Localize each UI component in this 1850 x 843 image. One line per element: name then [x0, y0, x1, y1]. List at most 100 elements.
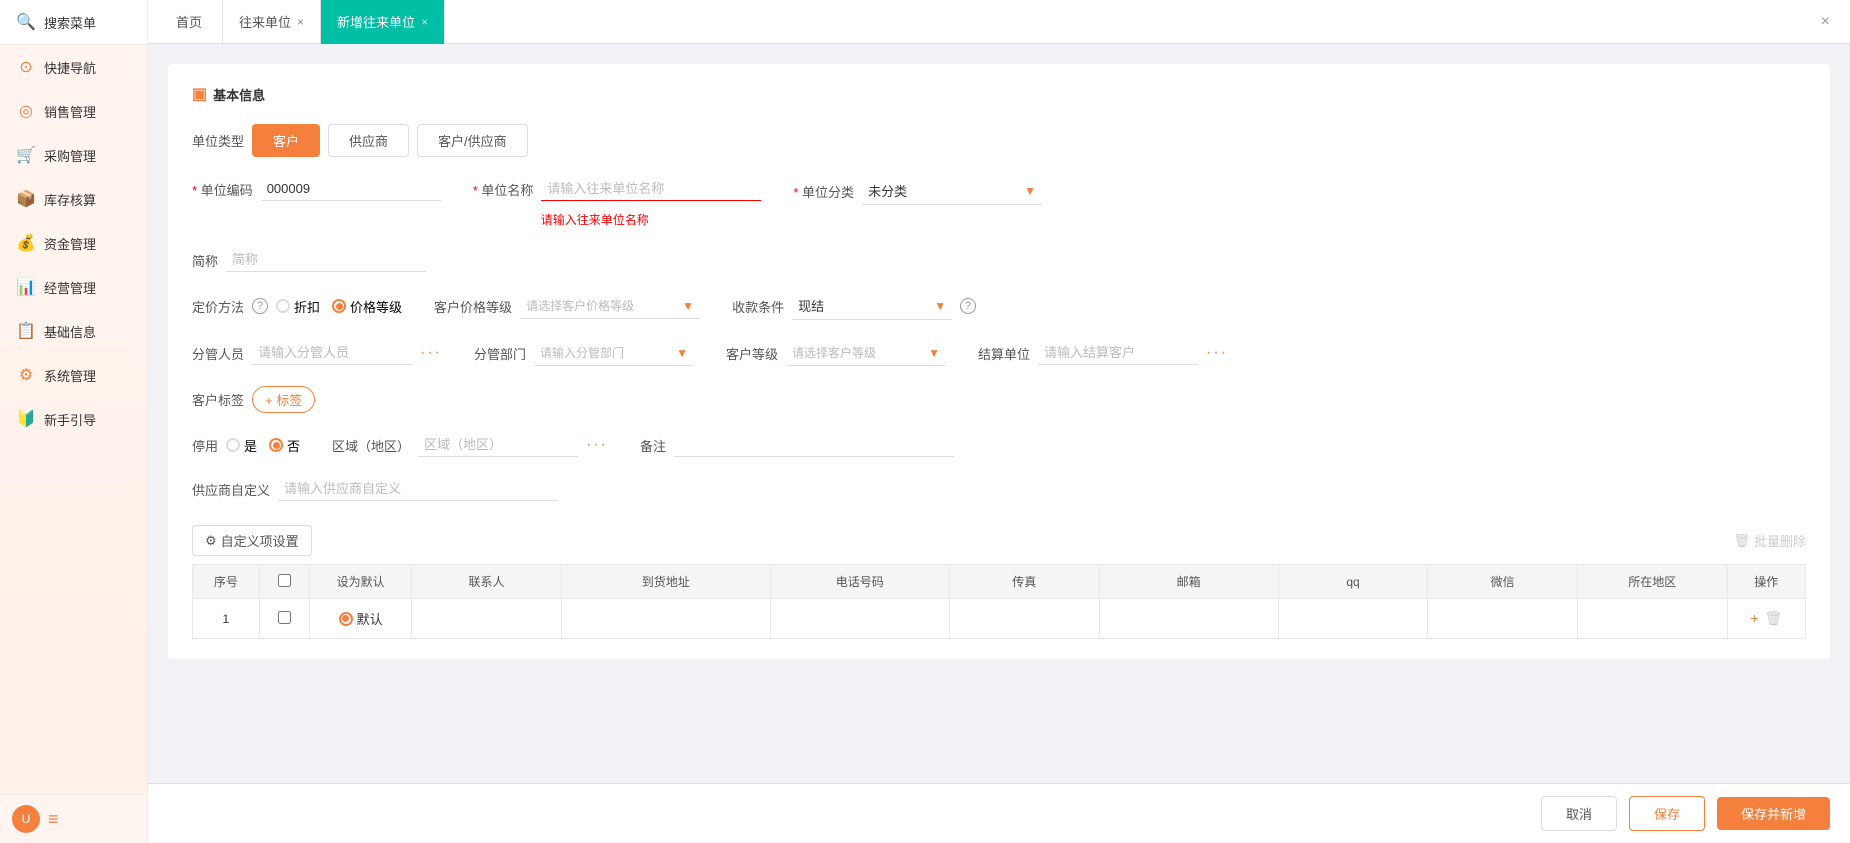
- custom-settings-button[interactable]: ⚙ 自定义项设置: [192, 525, 312, 556]
- delete-row-btn[interactable]: 🗑: [1764, 610, 1782, 627]
- email-input[interactable]: [1139, 607, 1239, 630]
- td-fax[interactable]: [949, 599, 1099, 639]
- settlement-more-btn[interactable]: ···: [1206, 344, 1228, 362]
- add-tag-button[interactable]: + 标签: [252, 386, 315, 413]
- customer-level-select[interactable]: 请选择客户等级 ▼: [786, 340, 946, 366]
- tab-counterparty-close[interactable]: ×: [297, 15, 304, 29]
- td-address[interactable]: [561, 599, 770, 639]
- save-button[interactable]: 保存: [1629, 796, 1705, 831]
- sidebar-bottom: U ≡: [0, 794, 147, 843]
- tab-counterparty[interactable]: 往来单位 ×: [223, 0, 321, 44]
- finance-icon: 💰: [16, 233, 36, 253]
- unit-name-error: 请输入往来单位名称: [541, 211, 649, 228]
- radio-no-label: 否: [287, 436, 300, 455]
- manager-input[interactable]: [252, 341, 412, 365]
- sidebar-item-inventory[interactable]: 📦 库存核算: [0, 177, 147, 221]
- sidebar-item-system[interactable]: ⚙ 系统管理: [0, 353, 147, 397]
- td-default: 默认: [310, 599, 412, 639]
- sidebar-item-guide[interactable]: 🔰 新手引导: [0, 397, 147, 441]
- unit-type-supplier[interactable]: 供应商: [328, 124, 409, 157]
- tab-new-counterparty-close[interactable]: ×: [421, 15, 428, 29]
- td-email[interactable]: [1099, 599, 1278, 639]
- customer-price-select[interactable]: 请选择客户价格等级 ▼: [520, 293, 700, 319]
- sidebar-label-guide: 新手引导: [44, 410, 96, 429]
- radio-yes[interactable]: 是: [226, 436, 257, 455]
- sidebar-item-purchase[interactable]: 🛒 采购管理: [0, 133, 147, 177]
- user-avatar[interactable]: U: [12, 805, 40, 833]
- unit-type-both[interactable]: 客户/供应商: [417, 124, 528, 157]
- th-address: 到货地址: [561, 565, 770, 599]
- unit-category-select[interactable]: 未分类 ▼: [862, 177, 1042, 205]
- td-qq[interactable]: [1278, 599, 1428, 639]
- row-default-radio[interactable]: [339, 612, 353, 626]
- supplier-custom-input[interactable]: [278, 477, 558, 501]
- unit-type-field: 单位类型 客户 供应商 客户/供应商: [192, 124, 528, 157]
- radio-price-level[interactable]: 价格等级: [332, 297, 402, 316]
- fax-input[interactable]: [984, 607, 1064, 630]
- sidebar-item-sales[interactable]: ◎ 销售管理: [0, 89, 147, 133]
- short-name-field: 简称: [192, 248, 426, 272]
- table-select-all[interactable]: [278, 574, 291, 587]
- section-title-text: 基本信息: [213, 85, 265, 104]
- unit-type-row: 单位类型 客户 供应商 客户/供应商: [192, 124, 1806, 157]
- tabbar-close-icon[interactable]: ×: [1809, 13, 1842, 31]
- cancel-button[interactable]: 取消: [1541, 796, 1617, 831]
- radio-no-circle: [269, 438, 283, 452]
- wechat-input[interactable]: [1463, 607, 1543, 630]
- add-row-btn[interactable]: +: [1750, 610, 1758, 627]
- row-checkbox[interactable]: [278, 611, 291, 624]
- department-select[interactable]: 请输入分管部门 ▼: [534, 340, 694, 366]
- short-name-input[interactable]: [226, 248, 426, 272]
- td-phone[interactable]: [770, 599, 949, 639]
- td-checkbox: [259, 599, 309, 639]
- radio-no[interactable]: 否: [269, 436, 300, 455]
- sidebar-item-finance[interactable]: 💰 资金管理: [0, 221, 147, 265]
- code-name-category-row: 单位编码 单位名称 请输入往来单位名称 单位分类 未分类: [192, 177, 1806, 228]
- settlement-unit-input[interactable]: [1038, 341, 1198, 365]
- unit-type-customer[interactable]: 客户: [252, 124, 320, 157]
- tab-new-counterparty[interactable]: 新增往来单位 ×: [321, 0, 445, 44]
- unit-code-input[interactable]: [261, 177, 441, 201]
- td-actions: + 🗑: [1727, 599, 1806, 639]
- sidebar-label-sales: 销售管理: [44, 102, 96, 121]
- manager-more-btn[interactable]: ···: [420, 344, 442, 362]
- tab-home[interactable]: 首页: [156, 0, 223, 44]
- contact-input[interactable]: [447, 607, 527, 630]
- save-new-button[interactable]: 保存并新增: [1717, 797, 1830, 830]
- operations-icon: 📊: [16, 277, 36, 297]
- batch-delete-button[interactable]: 🗑 批量删除: [1733, 531, 1806, 550]
- sidebar-item-operations[interactable]: 📊 经营管理: [0, 265, 147, 309]
- search-menu[interactable]: 🔍 搜索菜单: [0, 0, 147, 45]
- th-fax: 传真: [949, 565, 1099, 599]
- remark-input[interactable]: [674, 433, 954, 457]
- customer-price-placeholder: 请选择客户价格等级: [526, 297, 634, 314]
- td-contact[interactable]: [412, 599, 562, 639]
- address-input[interactable]: [606, 607, 726, 630]
- radio-discount[interactable]: 折扣: [276, 297, 320, 316]
- radio-price-level-label: 价格等级: [350, 297, 402, 316]
- payment-help-icon[interactable]: ?: [960, 298, 976, 314]
- short-name-label: 简称: [192, 251, 218, 270]
- tab-counterparty-label: 往来单位: [239, 12, 291, 31]
- add-tag-label: + 标签: [265, 390, 302, 409]
- th-wechat: 微信: [1428, 565, 1578, 599]
- sidebar-item-quick-nav[interactable]: ⊙ 快捷导航: [0, 45, 147, 89]
- unit-category-value: 未分类: [868, 181, 907, 200]
- sidebar-bottom-icon[interactable]: ≡: [48, 809, 59, 830]
- unit-name-input[interactable]: [541, 177, 761, 201]
- customer-level-chevron: ▼: [928, 346, 940, 360]
- region-more-btn[interactable]: ···: [586, 436, 608, 454]
- sidebar-item-basic-info[interactable]: 📋 基础信息: [0, 309, 147, 353]
- td-wechat[interactable]: [1428, 599, 1578, 639]
- payment-terms-select[interactable]: 现结 ▼: [792, 292, 952, 320]
- pricing-help-icon[interactable]: ?: [252, 298, 268, 314]
- search-icon: 🔍: [16, 12, 36, 32]
- sidebar-label-purchase: 采购管理: [44, 146, 96, 165]
- td-location[interactable]: [1577, 599, 1727, 639]
- phone-input[interactable]: [810, 607, 910, 630]
- unit-type-group: 客户 供应商 客户/供应商: [252, 124, 528, 157]
- sales-icon: ◎: [16, 101, 36, 121]
- region-input[interactable]: [418, 433, 578, 457]
- location-input[interactable]: [1612, 607, 1692, 630]
- qq-input[interactable]: [1313, 607, 1393, 630]
